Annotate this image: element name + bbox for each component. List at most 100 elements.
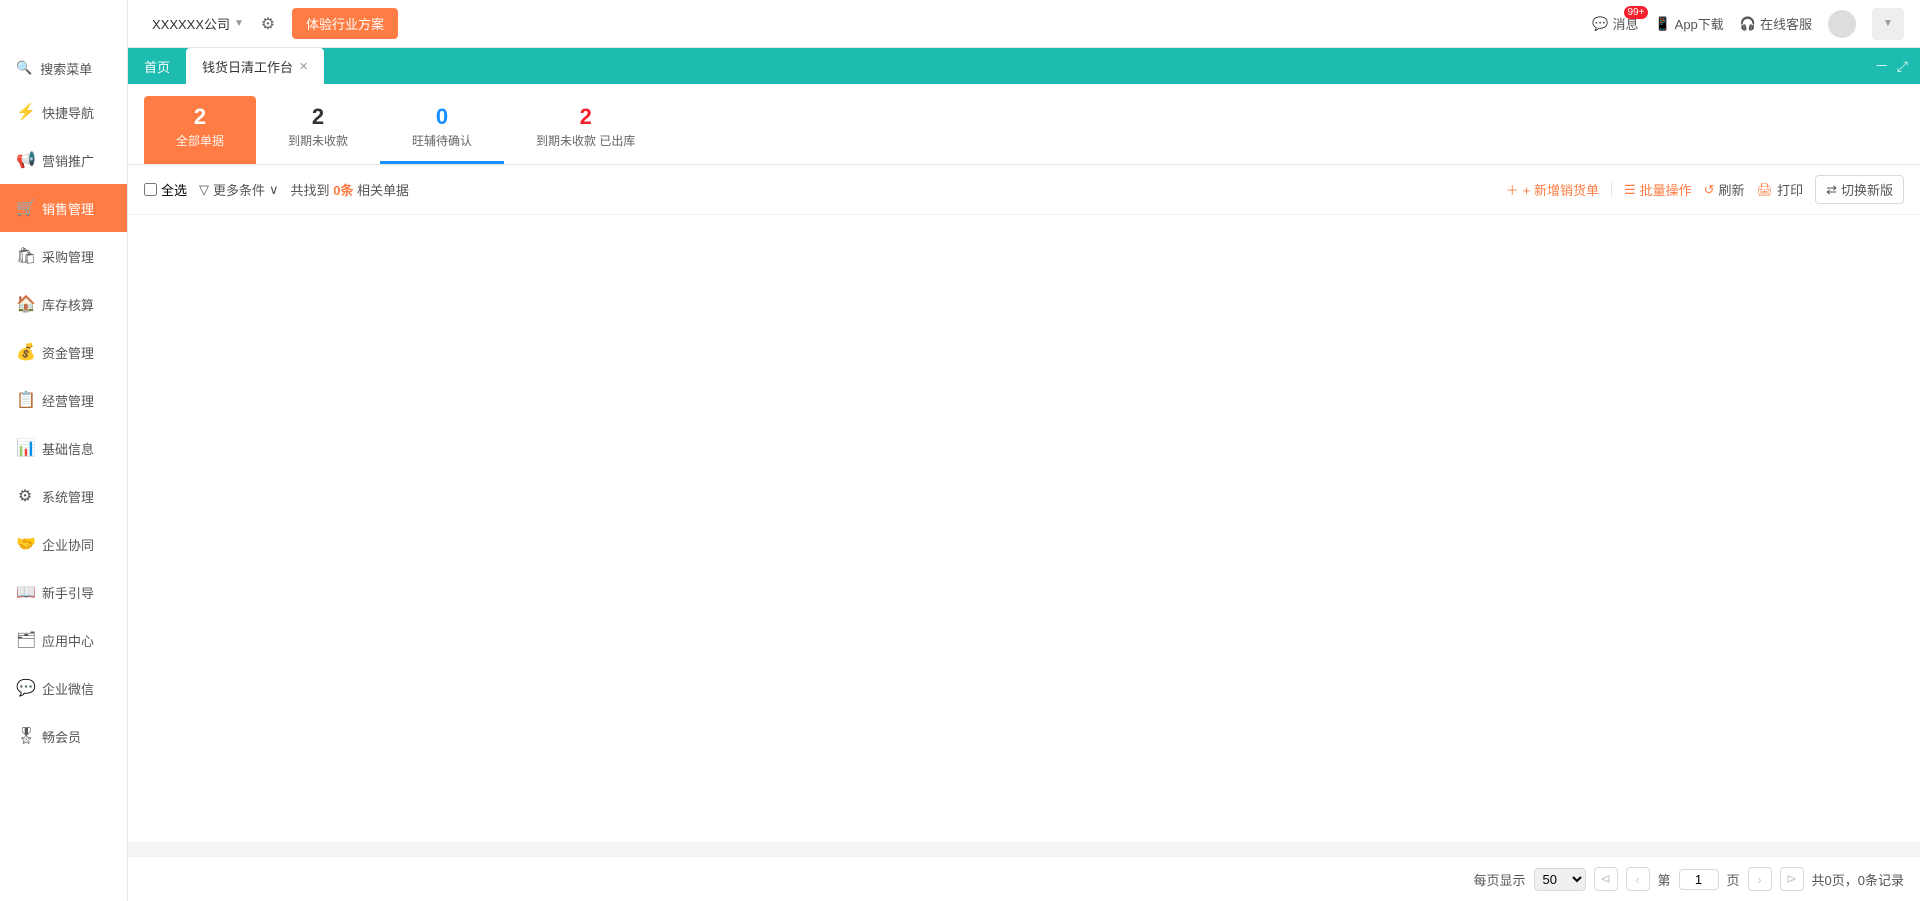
message-item[interactable]: 💬 消息 99+ bbox=[1592, 14, 1638, 33]
sidebar-item-label: 快捷导航 bbox=[42, 103, 94, 122]
user-menu[interactable]: ▼ bbox=[1872, 8, 1904, 40]
service-icon: 🎧 bbox=[1740, 16, 1756, 32]
business-icon: 📋 bbox=[16, 390, 34, 410]
toolbar-right: ＋ + 新增销货单 ☰ 批量操作 ↺ 刷新 🖨 打印 ⇄ 切换新版 bbox=[1506, 175, 1904, 204]
sidebar-item-label: 应用中心 bbox=[42, 631, 94, 650]
close-icon[interactable]: ✕ bbox=[299, 60, 308, 73]
sidebar-item-yingyong[interactable]: 🗂 应用中心 bbox=[0, 616, 127, 664]
stat-overdue-number: 2 bbox=[312, 104, 324, 130]
sidebar-item-label: 资金管理 bbox=[42, 343, 94, 362]
toolbar-left: 全选 ▽ 更多条件 ∨ 共找到 0条 相关单据 bbox=[144, 180, 409, 199]
per-page-label: 每页显示 bbox=[1473, 870, 1525, 889]
stat-tab-chuku[interactable]: 2 到期未收款 已出库 bbox=[504, 96, 667, 164]
finance-icon: 💰 bbox=[16, 342, 34, 362]
wechat-icon: 💬 bbox=[16, 678, 34, 698]
stat-all-number: 2 bbox=[194, 104, 206, 130]
switch-new-btn[interactable]: ⇄ 切换新版 bbox=[1815, 175, 1904, 204]
sidebar-item-label: 新手引导 bbox=[42, 583, 94, 602]
sidebar-item-label: 畅会员 bbox=[42, 727, 81, 746]
sidebar-item-label: 采购管理 bbox=[42, 247, 94, 266]
select-all-checkbox[interactable]: 全选 bbox=[144, 180, 187, 199]
total-label: 共0页，0条记录 bbox=[1812, 870, 1904, 889]
print-label: 打印 bbox=[1777, 180, 1803, 199]
expand-icon[interactable]: ⤢ bbox=[1897, 58, 1908, 75]
sidebar-item-jingying[interactable]: 📋 经营管理 bbox=[0, 376, 127, 424]
flash-icon: ⚡ bbox=[16, 102, 34, 122]
sidebar-item-kucun[interactable]: 🏠 库存核算 bbox=[0, 280, 127, 328]
sidebar-item-label: 系统管理 bbox=[42, 487, 94, 506]
minus-icon[interactable]: － bbox=[1875, 56, 1889, 76]
add-btn-label: + 新增销货单 bbox=[1523, 180, 1599, 199]
tab-home-label: 首页 bbox=[144, 57, 170, 76]
stat-tab-wangfu[interactable]: 0 旺辅待确认 bbox=[380, 96, 504, 164]
switch-label: 切换新版 bbox=[1841, 180, 1893, 199]
last-page-btn[interactable]: ⊳ bbox=[1780, 867, 1804, 891]
search-menu-item[interactable]: 🔍 搜索菜单 bbox=[0, 48, 127, 88]
enterprise-icon: 🤝 bbox=[16, 534, 34, 554]
sidebar-item-label: 企业微信 bbox=[42, 679, 94, 698]
avatar[interactable] bbox=[1828, 10, 1856, 38]
select-all-input[interactable] bbox=[144, 183, 157, 196]
switch-icon: ⇄ bbox=[1826, 182, 1837, 198]
more-filter-btn[interactable]: ▽ 更多条件 ∨ bbox=[199, 180, 279, 199]
batch-btn[interactable]: ☰ 批量操作 bbox=[1624, 180, 1692, 199]
page-suffix: 页 bbox=[1727, 870, 1740, 889]
stat-all-label: 全部单据 bbox=[176, 132, 224, 149]
sidebar-item-xiaoshou[interactable]: 🛒 销售管理 bbox=[0, 184, 127, 232]
stat-tab-overdue[interactable]: 2 到期未收款 bbox=[256, 96, 380, 164]
sidebar-item-label: 企业协同 bbox=[42, 535, 94, 554]
tab-qianhuo[interactable]: 钱货日清工作台 ✕ bbox=[186, 48, 324, 84]
app-icon: 🗂 bbox=[16, 630, 34, 650]
inventory-icon: 🏠 bbox=[16, 294, 34, 314]
chevron-filter-icon: ∨ bbox=[269, 182, 279, 198]
top-header: 畅 畅捷通好生意 标准版 XXXXXX公司 ▼ ⚙ 体验行业方案 💬 消息 99… bbox=[0, 0, 1920, 48]
add-sale-btn[interactable]: ＋ + 新增销货单 bbox=[1506, 180, 1599, 199]
add-icon: ＋ bbox=[1506, 180, 1519, 199]
stat-wangfu-label: 旺辅待确认 bbox=[412, 132, 472, 149]
first-page-btn[interactable]: ⊲ bbox=[1594, 867, 1618, 891]
purchase-icon: 🛍 bbox=[16, 246, 34, 266]
sidebar-item-label: 库存核算 bbox=[42, 295, 94, 314]
online-service-item[interactable]: 🎧 在线客服 bbox=[1740, 14, 1812, 33]
sidebar-item-yingxiao[interactable]: 📢 营销推广 bbox=[0, 136, 127, 184]
refresh-btn[interactable]: ↺ 刷新 bbox=[1704, 180, 1745, 199]
chevron-down-icon: ▼ bbox=[234, 18, 244, 29]
experience-btn[interactable]: 体验行业方案 bbox=[292, 8, 398, 39]
print-icon: 🖨 bbox=[1757, 182, 1774, 198]
prev-page-btn[interactable]: ‹ bbox=[1626, 867, 1650, 891]
settings-icon[interactable]: ⚙ bbox=[252, 8, 284, 40]
found-count: 0条 bbox=[333, 183, 353, 198]
print-btn[interactable]: 🖨 打印 bbox=[1757, 180, 1804, 199]
sidebar-item-zijin[interactable]: 💰 资金管理 bbox=[0, 328, 127, 376]
data-icon: 📊 bbox=[16, 438, 34, 458]
sales-icon: 🛒 bbox=[16, 198, 34, 218]
search-icon: 🔍 bbox=[16, 60, 32, 76]
next-page-btn[interactable]: › bbox=[1748, 867, 1772, 891]
online-service-label: 在线客服 bbox=[1760, 14, 1812, 33]
marketing-icon: 📢 bbox=[16, 150, 34, 170]
sidebar-item-xitong[interactable]: ⚙ 系统管理 bbox=[0, 472, 127, 520]
tab-home[interactable]: 首页 bbox=[128, 48, 186, 84]
refresh-icon: ↺ bbox=[1704, 182, 1715, 198]
sidebar-item-caigou[interactable]: 🛍 采购管理 bbox=[0, 232, 127, 280]
sidebar-item-label: 销售管理 bbox=[42, 199, 94, 218]
sidebar-item-jichuxinxi[interactable]: 📊 基础信息 bbox=[0, 424, 127, 472]
sidebar-item-weixin[interactable]: 💬 企业微信 bbox=[0, 664, 127, 712]
search-menu-label: 搜索菜单 bbox=[40, 59, 92, 78]
sidebar-item-xinshou[interactable]: 📖 新手引导 bbox=[0, 568, 127, 616]
system-icon: ⚙ bbox=[16, 486, 34, 506]
sidebar-item-qiye[interactable]: 🤝 企业协同 bbox=[0, 520, 127, 568]
per-page-select[interactable]: 10 20 50 100 bbox=[1534, 868, 1586, 891]
sidebar-item-label: 营销推广 bbox=[42, 151, 94, 170]
company-selector[interactable]: XXXXXX公司 ▼ bbox=[152, 14, 244, 33]
app-download-item[interactable]: 📱 App下载 bbox=[1654, 14, 1723, 33]
stat-tab-all[interactable]: 2 全部单据 bbox=[144, 96, 256, 164]
tab-bar-right: － ⤢ bbox=[1875, 56, 1920, 76]
sidebar-item-label: 经营管理 bbox=[42, 391, 94, 410]
page-input[interactable] bbox=[1679, 869, 1719, 890]
sidebar-item-huiyuan[interactable]: 🎖 畅会员 bbox=[0, 712, 127, 760]
app-download-label: App下载 bbox=[1675, 14, 1724, 33]
batch-icon: ☰ bbox=[1624, 182, 1636, 198]
sidebar-item-kuaijie[interactable]: ⚡ 快捷导航 bbox=[0, 88, 127, 136]
guide-icon: 📖 bbox=[16, 582, 34, 602]
